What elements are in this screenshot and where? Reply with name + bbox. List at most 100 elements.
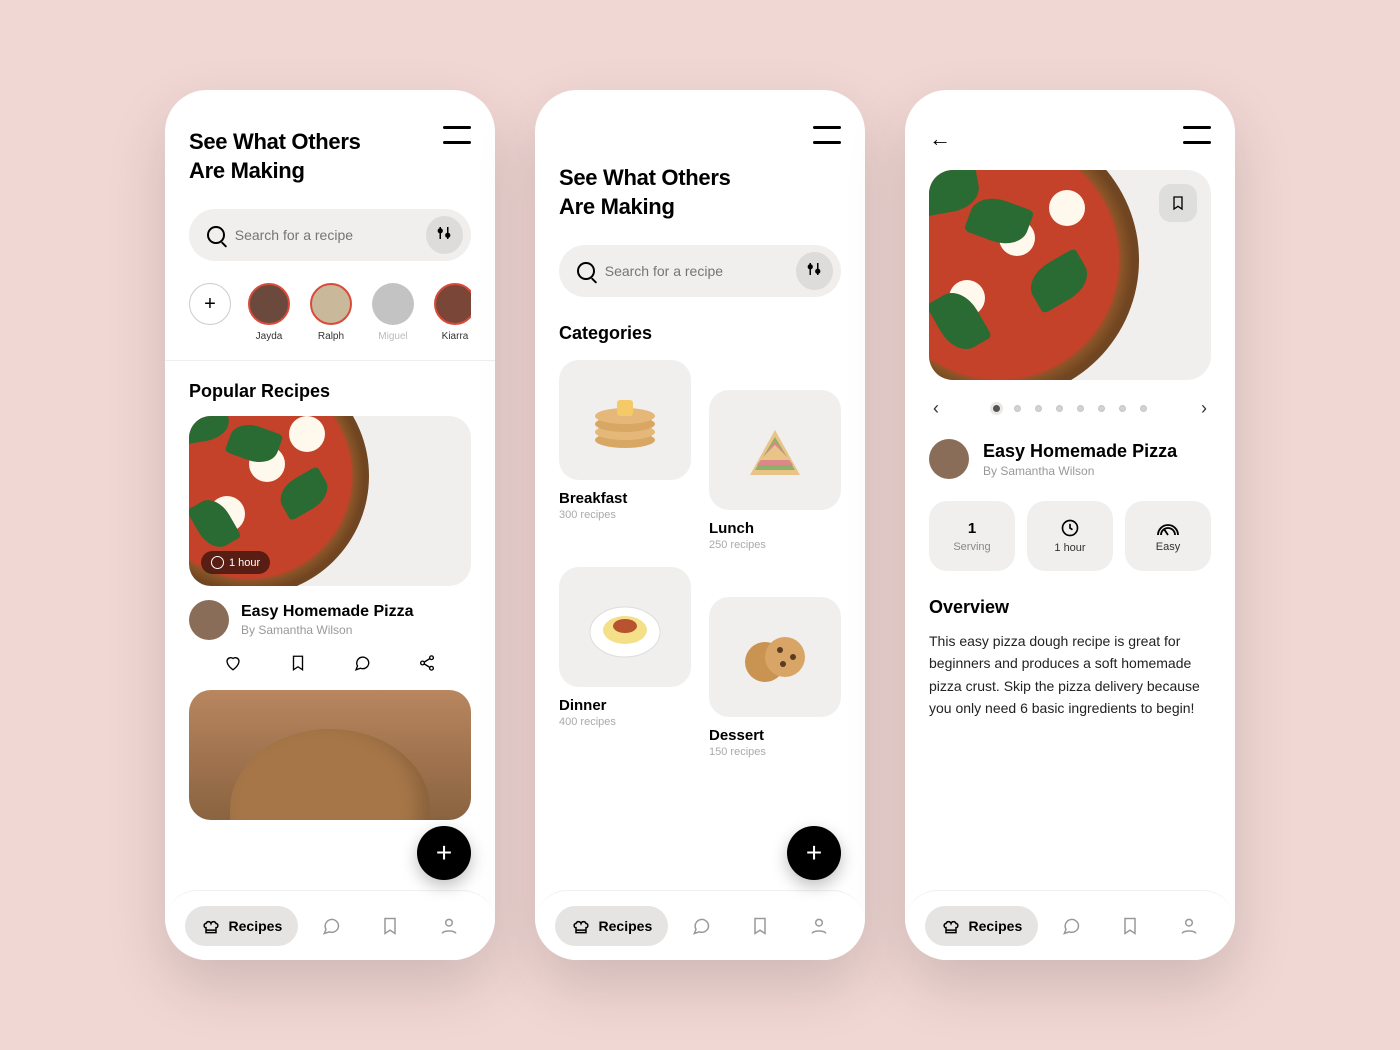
story-item[interactable]: Miguel	[369, 283, 417, 342]
add-recipe-fab[interactable]: +	[417, 826, 471, 880]
bookmark-icon	[380, 916, 400, 936]
bookmark-icon[interactable]	[289, 654, 307, 672]
cookies-icon	[735, 622, 815, 692]
stat-label: Easy	[1156, 541, 1180, 553]
add-recipe-fab[interactable]: +	[787, 826, 841, 880]
chevron-right-icon[interactable]: ›	[1197, 398, 1211, 419]
category-count: 250 recipes	[709, 539, 841, 551]
categories-heading: Categories	[559, 323, 841, 344]
page-title: See What Others Are Making	[189, 128, 361, 185]
carousel-dots	[993, 405, 1147, 412]
category-card-breakfast[interactable]: Breakfast 300 recipes	[559, 360, 691, 551]
carousel-dot[interactable]	[1014, 405, 1021, 412]
overview-text: This easy pizza dough recipe is great fo…	[929, 630, 1211, 720]
story-item[interactable]: Ralph	[307, 283, 355, 342]
stat-difficulty: Easy	[1125, 501, 1211, 571]
bookmark-icon	[1120, 916, 1140, 936]
hamburger-menu-icon[interactable]	[1183, 126, 1211, 144]
category-card-lunch[interactable]: Lunch 250 recipes	[709, 360, 841, 551]
bottom-nav: Recipes	[535, 890, 865, 960]
search-bar[interactable]	[559, 245, 841, 297]
author-avatar[interactable]	[929, 439, 969, 479]
pasta-icon	[585, 592, 665, 662]
back-arrow-icon[interactable]: ←	[929, 126, 951, 152]
category-image	[709, 597, 841, 717]
carousel-dot[interactable]	[1119, 405, 1126, 412]
nav-profile[interactable]	[423, 906, 475, 946]
nav-saved[interactable]	[1104, 906, 1156, 946]
category-count: 400 recipes	[559, 716, 691, 728]
avatar	[248, 283, 290, 325]
category-name: Lunch	[709, 520, 841, 537]
nav-saved[interactable]	[734, 906, 786, 946]
story-name-label: Miguel	[378, 331, 407, 342]
search-input[interactable]	[235, 227, 416, 243]
pizza-illustration	[929, 170, 1139, 380]
nav-chat[interactable]	[1045, 906, 1097, 946]
hamburger-menu-icon[interactable]	[813, 126, 841, 144]
nav-chat[interactable]	[675, 906, 727, 946]
bottom-nav: Recipes	[165, 890, 495, 960]
avatar	[310, 283, 352, 325]
search-input[interactable]	[605, 263, 786, 279]
image-carousel: ‹ ›	[929, 398, 1211, 419]
carousel-dot[interactable]	[1056, 405, 1063, 412]
nav-profile[interactable]	[1163, 906, 1215, 946]
nav-chat[interactable]	[305, 906, 357, 946]
story-item[interactable]: Kiarra	[431, 283, 471, 342]
story-item[interactable]: Jayda	[245, 283, 293, 342]
recipe-image-bread[interactable]	[189, 690, 471, 820]
category-image	[559, 360, 691, 480]
carousel-dot[interactable]	[993, 405, 1000, 412]
category-name: Dessert	[709, 727, 841, 744]
carousel-dot[interactable]	[1140, 405, 1147, 412]
category-name: Dinner	[559, 697, 691, 714]
overview-heading: Overview	[929, 597, 1211, 618]
search-bar[interactable]	[189, 209, 471, 261]
nav-profile[interactable]	[793, 906, 845, 946]
filter-button[interactable]	[796, 252, 833, 290]
category-image	[559, 567, 691, 687]
add-story-button[interactable]: +	[189, 283, 231, 325]
clock-icon	[1060, 518, 1080, 538]
carousel-dot[interactable]	[1098, 405, 1105, 412]
chef-hat-icon	[941, 916, 961, 936]
user-icon	[1179, 916, 1199, 936]
recipe-image: 1 hour	[189, 416, 471, 586]
nav-label: Recipes	[969, 918, 1023, 934]
chat-icon	[1061, 916, 1081, 936]
share-icon[interactable]	[418, 654, 436, 672]
carousel-dot[interactable]	[1035, 405, 1042, 412]
stat-servings: 1 Serving	[929, 501, 1015, 571]
carousel-dot[interactable]	[1077, 405, 1084, 412]
recipe-hero-image	[929, 170, 1211, 380]
recipe-card[interactable]: 1 hour Easy Homemade Pizza By Samantha W…	[189, 416, 471, 672]
author-avatar[interactable]	[189, 600, 229, 640]
category-card-dessert[interactable]: Dessert 150 recipes	[709, 567, 841, 758]
time-badge: 1 hour	[201, 551, 270, 574]
popular-recipes-heading: Popular Recipes	[189, 381, 471, 402]
chevron-left-icon[interactable]: ‹	[929, 398, 943, 419]
nav-recipes[interactable]: Recipes	[555, 906, 669, 946]
categories-grid: Breakfast 300 recipes Lunch 250 recipes …	[559, 360, 841, 758]
filter-button[interactable]	[426, 216, 463, 254]
gauge-icon	[1156, 519, 1180, 537]
hamburger-menu-icon[interactable]	[443, 126, 471, 144]
heart-icon[interactable]	[224, 654, 242, 672]
nav-saved[interactable]	[364, 906, 416, 946]
bookmark-icon	[750, 916, 770, 936]
chef-hat-icon	[571, 916, 591, 936]
category-count: 150 recipes	[709, 746, 841, 758]
comment-icon[interactable]	[353, 654, 371, 672]
category-count: 300 recipes	[559, 509, 691, 521]
phone-screen-home: See What Others Are Making + Jayda Ralph	[165, 90, 495, 960]
recipe-author: By Samantha Wilson	[241, 623, 414, 637]
sandwich-icon	[735, 415, 815, 485]
pancakes-icon	[585, 385, 665, 455]
divider	[165, 360, 495, 361]
category-card-dinner[interactable]: Dinner 400 recipes	[559, 567, 691, 758]
nav-recipes[interactable]: Recipes	[925, 906, 1039, 946]
bookmark-button[interactable]	[1159, 184, 1197, 222]
nav-recipes[interactable]: Recipes	[185, 906, 299, 946]
recipe-author: By Samantha Wilson	[983, 464, 1177, 478]
